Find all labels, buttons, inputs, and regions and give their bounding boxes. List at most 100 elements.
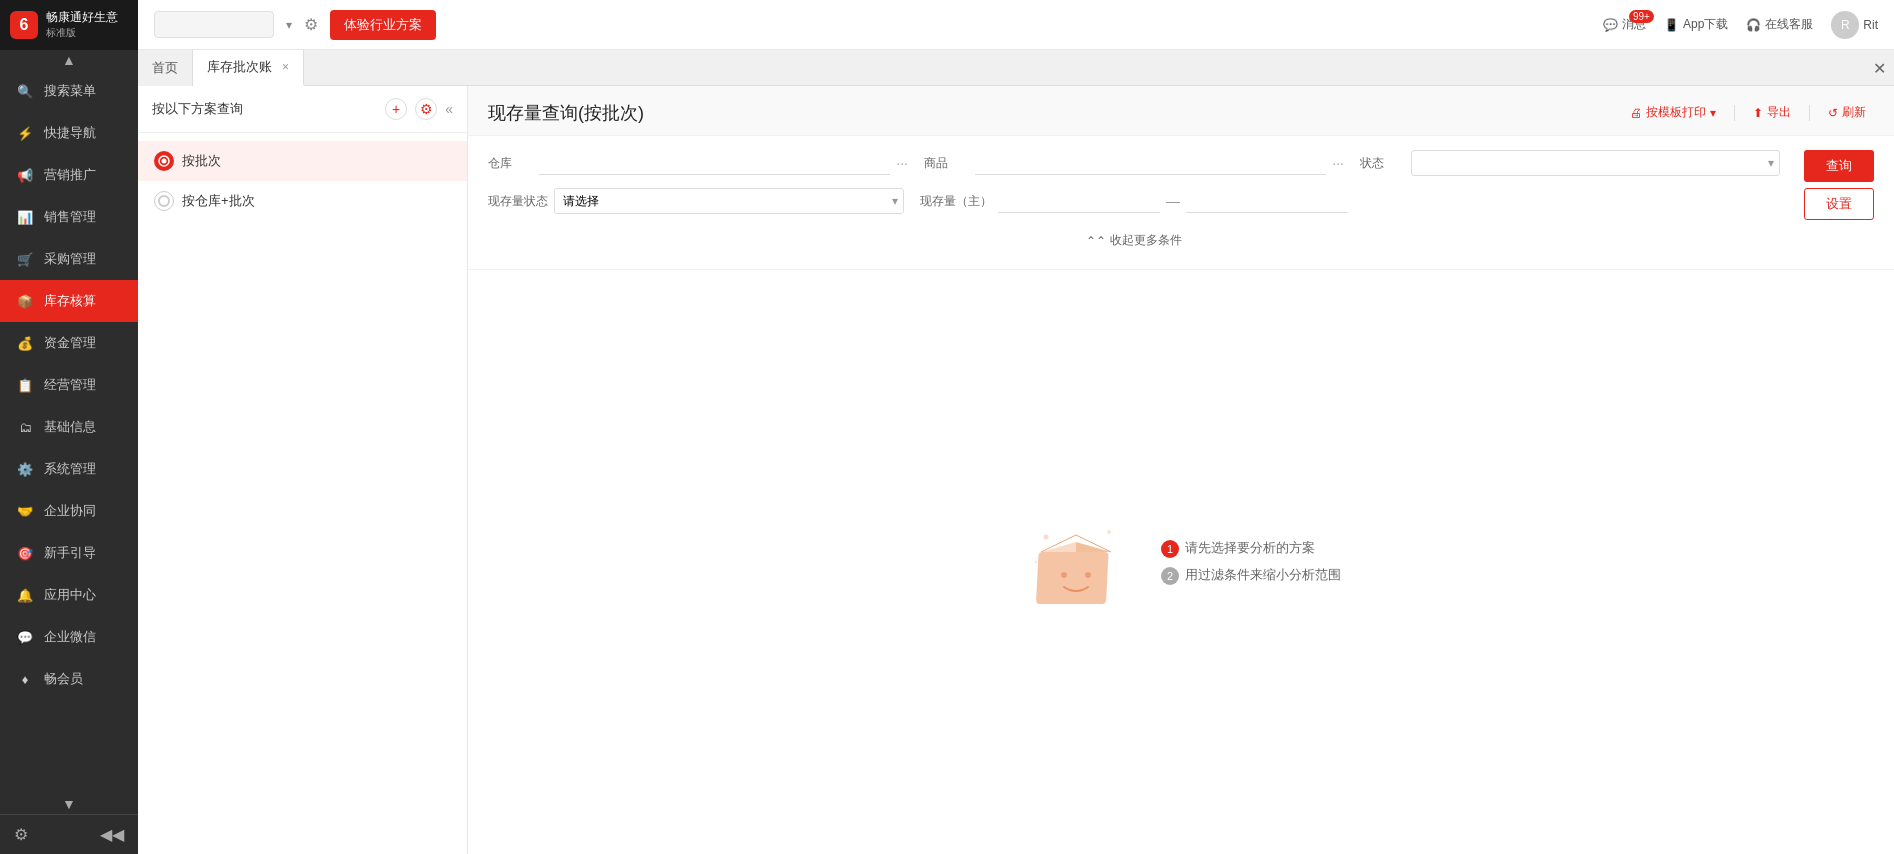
sidebar-item-newbie[interactable]: 🎯 新手引导 bbox=[0, 532, 138, 574]
sidebar-item-label: 快捷导航 bbox=[44, 124, 96, 142]
app-download-item[interactable]: 📱 App下载 bbox=[1664, 16, 1728, 33]
sidebar-item-inventory[interactable]: 📦 库存核算 bbox=[0, 280, 138, 322]
add-plan-button[interactable]: + bbox=[385, 98, 407, 120]
sidebar-item-apps[interactable]: 🔔 应用中心 bbox=[0, 574, 138, 616]
refresh-label: 刷新 bbox=[1842, 104, 1866, 121]
collapse-sidebar-icon[interactable]: ◀◀ bbox=[100, 825, 124, 844]
topbar-search-box bbox=[154, 11, 274, 38]
shortcut-icon: ⚡ bbox=[16, 124, 34, 142]
newbie-icon: 🎯 bbox=[16, 544, 34, 562]
sidebar-item-label: 基础信息 bbox=[44, 418, 96, 436]
sidebar-item-label: 搜索菜单 bbox=[44, 82, 96, 100]
finance-icon: 💰 bbox=[16, 334, 34, 352]
tabbar-close-button[interactable]: ✕ bbox=[1873, 59, 1886, 78]
filter-settings-button[interactable]: 设置 bbox=[1804, 188, 1874, 220]
qty-max-input[interactable] bbox=[1186, 190, 1348, 213]
sidebar-item-search[interactable]: 🔍 搜索菜单 bbox=[0, 70, 138, 112]
sidebar-nav: 🔍 搜索菜单 ⚡ 快捷导航 📢 营销推广 📊 销售管理 🛒 采购管理 📦 库存核… bbox=[0, 70, 138, 794]
goods-more-icon[interactable]: ··· bbox=[1332, 155, 1344, 171]
collapse-panel-button[interactable]: « bbox=[445, 101, 453, 117]
print-template-btn[interactable]: 🖨 按模板打印 ▾ bbox=[1622, 100, 1724, 125]
avatar: R bbox=[1831, 11, 1859, 39]
sidebar-item-label: 经营管理 bbox=[44, 376, 96, 394]
system-icon: ⚙️ bbox=[16, 460, 34, 478]
collapse-icon: « bbox=[445, 101, 453, 117]
inventory-icon: 📦 bbox=[16, 292, 34, 310]
sidebar-item-wechat[interactable]: 💬 企业微信 bbox=[0, 616, 138, 658]
status-select[interactable]: 全部 bbox=[1411, 150, 1780, 176]
sidebar-item-basic[interactable]: 🗂 基础信息 bbox=[0, 406, 138, 448]
sidebar-item-system[interactable]: ⚙️ 系统管理 bbox=[0, 448, 138, 490]
purchase-icon: 🛒 bbox=[16, 250, 34, 268]
sidebar-item-purchase[interactable]: 🛒 采购管理 bbox=[0, 238, 138, 280]
sidebar-scroll-up[interactable]: ▲ bbox=[0, 50, 138, 70]
sidebar-item-enterprise[interactable]: 🤝 企业协同 bbox=[0, 490, 138, 532]
left-panel-actions: + ⚙ « bbox=[385, 98, 453, 120]
empty-illustration bbox=[1021, 507, 1131, 617]
sidebar-item-label: 库存核算 bbox=[44, 292, 96, 310]
plus-icon: + bbox=[392, 101, 400, 117]
qty-min-input[interactable] bbox=[998, 190, 1160, 213]
tab-home-label: 首页 bbox=[152, 59, 178, 77]
topbar-settings-icon[interactable]: ⚙ bbox=[304, 15, 318, 34]
plan-item-batch[interactable]: 按批次 bbox=[138, 141, 467, 181]
svg-point-3 bbox=[1061, 572, 1067, 578]
sidebar-item-operations[interactable]: 📋 经营管理 bbox=[0, 364, 138, 406]
step1-number: 1 bbox=[1161, 540, 1179, 558]
plan-item-warehouse-batch[interactable]: 按仓库+批次 bbox=[138, 181, 467, 221]
sidebar-item-member[interactable]: ♦ 畅会员 bbox=[0, 658, 138, 700]
step1-text: 请先选择要分析的方案 bbox=[1185, 539, 1315, 557]
export-btn[interactable]: ⬆ 导出 bbox=[1745, 100, 1799, 125]
phone-icon: 📱 bbox=[1664, 18, 1679, 32]
divider-2 bbox=[1809, 105, 1810, 121]
sidebar-item-sales[interactable]: 📊 销售管理 bbox=[0, 196, 138, 238]
plan-batch-label: 按批次 bbox=[182, 152, 221, 170]
apps-icon: 🔔 bbox=[16, 586, 34, 604]
settings-footer-icon[interactable]: ⚙ bbox=[14, 825, 28, 844]
sidebar-scroll-down[interactable]: ▼ bbox=[0, 794, 138, 814]
avatar-text: R bbox=[1841, 18, 1850, 32]
warehouse-more-icon[interactable]: ··· bbox=[896, 155, 908, 171]
stock-status-label: 现存量状态 bbox=[488, 193, 548, 210]
filter-row-1: 仓库 ··· 商品 ··· bbox=[488, 150, 1780, 176]
sidebar-item-label: 企业微信 bbox=[44, 628, 96, 646]
plan-settings-button[interactable]: ⚙ bbox=[415, 98, 437, 120]
filter-row-2: 现存量状态 请选择 ▾ 现存量（主） bbox=[488, 188, 1780, 214]
sidebar-item-label: 新手引导 bbox=[44, 544, 96, 562]
sidebar-item-finance[interactable]: 💰 资金管理 bbox=[0, 322, 138, 364]
gear-small-icon: ⚙ bbox=[420, 101, 433, 117]
sidebar-item-label: 销售管理 bbox=[44, 208, 96, 226]
sidebar-item-label: 资金管理 bbox=[44, 334, 96, 352]
query-button[interactable]: 查询 bbox=[1804, 150, 1874, 182]
goods-input[interactable] bbox=[975, 152, 1326, 175]
collapse-more-btn[interactable]: ⌃⌃ 收起更多条件 bbox=[488, 226, 1780, 255]
stock-status-select-wrapper: 请选择 ▾ bbox=[554, 188, 904, 214]
refresh-btn[interactable]: ↺ 刷新 bbox=[1820, 100, 1874, 125]
topbar-chevron-icon[interactable]: ▾ bbox=[286, 18, 292, 32]
status-label: 状态 bbox=[1360, 155, 1405, 172]
goods-label: 商品 bbox=[924, 155, 969, 172]
sidebar-item-label: 应用中心 bbox=[44, 586, 96, 604]
message-icon: 💬 bbox=[1603, 18, 1618, 32]
content-area: 按以下方案查询 + ⚙ « bbox=[138, 86, 1894, 854]
page-header: 现存量查询(按批次) 🖨 按模板打印 ▾ ⬆ 导出 ↺ 刷 bbox=[468, 86, 1894, 136]
online-service-item[interactable]: 🎧 在线客服 bbox=[1746, 16, 1813, 33]
sidebar-item-label: 企业协同 bbox=[44, 502, 96, 520]
step2-text: 用过滤条件来缩小分析范围 bbox=[1185, 566, 1341, 584]
tab-home[interactable]: 首页 bbox=[138, 50, 193, 86]
tab-inventory-batch[interactable]: 库存批次账 × bbox=[193, 50, 304, 86]
app-edition: 标准版 bbox=[46, 26, 118, 40]
chevron-print-icon: ▾ bbox=[1710, 106, 1716, 120]
svg-point-1 bbox=[162, 159, 167, 164]
notification-item[interactable]: 💬 消息 99+ bbox=[1603, 16, 1646, 33]
collapse-more-label: 收起更多条件 bbox=[1110, 232, 1182, 249]
sidebar-item-marketing[interactable]: 📢 营销推广 bbox=[0, 154, 138, 196]
user-profile-item[interactable]: R Rit bbox=[1831, 11, 1878, 39]
sidebar-item-shortcut[interactable]: ⚡ 快捷导航 bbox=[0, 112, 138, 154]
stock-status-select[interactable]: 请选择 bbox=[554, 188, 904, 214]
print-icon: 🖨 bbox=[1630, 106, 1642, 120]
page-header-actions: 🖨 按模板打印 ▾ ⬆ 导出 ↺ 刷新 bbox=[1622, 100, 1874, 125]
warehouse-input[interactable] bbox=[539, 152, 890, 175]
tab-close-icon[interactable]: × bbox=[282, 60, 289, 74]
industry-btn[interactable]: 体验行业方案 bbox=[330, 10, 436, 40]
